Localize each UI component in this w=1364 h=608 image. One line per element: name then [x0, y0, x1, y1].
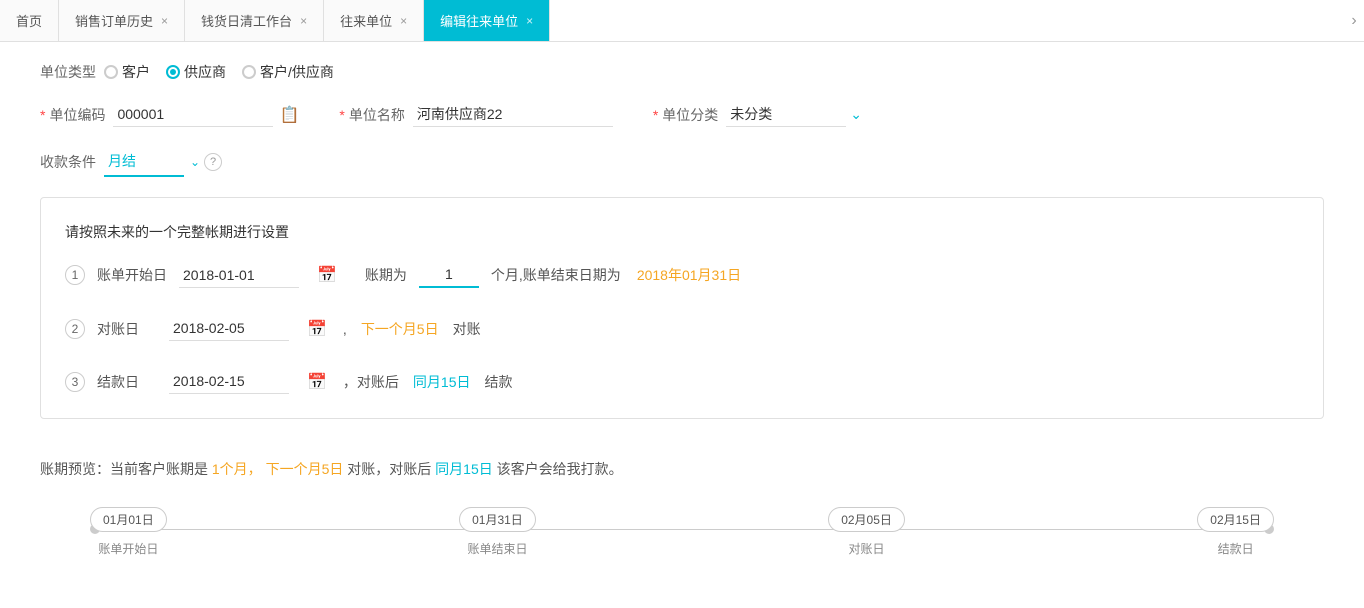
timeline-badge-1: 01月01日 [90, 507, 167, 532]
timeline-sublabel-3: 对账日 [849, 540, 885, 557]
unit-code-star: * [40, 107, 45, 123]
unit-name-star: * [339, 107, 344, 123]
tab-partners[interactable]: 往来单位 × [324, 0, 424, 41]
payment-suffix2: 结款 [485, 372, 513, 392]
row-num-2: 2 [65, 319, 85, 339]
preview-1m: 1个月， [212, 461, 262, 477]
unit-type-radio-group: 客户 供应商 客户/供应商 [104, 62, 334, 82]
billing-period-prefix: 账期为 [365, 265, 407, 285]
preview-end: 该客户会给我打款。 [497, 461, 623, 477]
billing-start-cal-icon[interactable]: 📅 [317, 265, 337, 285]
tab-cashflow-close[interactable]: × [300, 14, 307, 28]
timeline-badge-4: 02月15日 [1197, 507, 1274, 532]
billing-start-row: 1 账单开始日 📅 账期为 个月,账单结束日期为 2018年01月31日 [65, 262, 1299, 288]
unit-type-row: 单位类型 客户 供应商 客户/供应商 [40, 62, 1324, 82]
unit-name-input[interactable] [413, 102, 613, 127]
preview-text: 账期预览：当前客户账期是 1个月， 下一个月5日 对账，对账后 同月15日 该客… [40, 455, 1324, 483]
payment-condition-label: 收款条件 [40, 152, 96, 172]
unit-category-label: 单位分类 [662, 105, 718, 125]
main-content: 单位类型 客户 供应商 客户/供应商 * 单位编码 📋 * 单位名称 [0, 42, 1364, 608]
tab-partners-close[interactable]: × [400, 14, 407, 28]
radio-customer-label: 客户 [122, 62, 150, 82]
row-num-1: 1 [65, 265, 85, 285]
unit-code-label: 单位编码 [49, 105, 105, 125]
tab-cashflow[interactable]: 钱货日清工作台 × [185, 0, 324, 41]
tab-sales-history-close[interactable]: × [161, 14, 168, 28]
radio-customer-circle [104, 65, 118, 79]
billing-start-label: 账单开始日 [97, 265, 167, 285]
payment-date-label: 结款日 [97, 372, 157, 392]
unit-code-group: * 单位编码 📋 [40, 102, 299, 127]
payment-cal-icon[interactable]: 📅 [307, 372, 327, 392]
payment-row: 3 结款日 📅 ，对账后 同月15日 结款 [65, 369, 1299, 394]
billing-start-date[interactable] [179, 263, 299, 288]
row-num-3: 3 [65, 372, 85, 392]
timeline-point-1: 01月01日 账单开始日 [90, 507, 167, 557]
unit-code-copy-icon[interactable]: 📋 [279, 105, 299, 125]
tab-cashflow-label: 钱货日清工作台 [201, 11, 292, 30]
radio-supplier-circle [166, 65, 180, 79]
timeline-badge-2: 01月31日 [459, 507, 536, 532]
billing-period-suffix: 个月,账单结束日期为 [491, 265, 621, 285]
payment-date[interactable] [169, 369, 289, 394]
timeline-sublabel-2: 账单结束日 [467, 540, 527, 557]
radio-supplier-label: 供应商 [184, 62, 226, 82]
tab-sales-history-label: 销售订单历史 [75, 11, 153, 30]
reconcile-cal-icon[interactable]: 📅 [307, 319, 327, 339]
payment-same-month: 同月15日 [413, 372, 471, 392]
payment-condition-value[interactable]: 月结 [104, 147, 184, 177]
unit-type-label: 单位类型 [40, 62, 96, 82]
payment-condition-arrow[interactable]: ⌄ [190, 155, 200, 169]
timeline-badge-3: 02月05日 [828, 507, 905, 532]
payment-condition-row: 收款条件 月结 ⌄ ? [40, 147, 1324, 177]
timeline-point-4: 02月15日 结款日 [1197, 507, 1274, 557]
radio-supplier[interactable]: 供应商 [166, 62, 226, 82]
unit-name-group: * 单位名称 [339, 102, 612, 127]
unit-code-input[interactable] [113, 102, 273, 127]
payment-condition-help[interactable]: ? [204, 153, 222, 171]
preview-reconcile-day: 下一个月5日 [266, 461, 344, 477]
billing-period-input[interactable] [419, 262, 479, 288]
reconcile-date[interactable] [169, 316, 289, 341]
radio-customer[interactable]: 客户 [104, 62, 150, 82]
timeline-points: 01月01日 账单开始日 01月31日 账单结束日 02月05日 对账日 02月… [60, 507, 1304, 557]
tab-bar: 首页 销售订单历史 × 钱货日清工作台 × 往来单位 × 编辑往来单位 × › [0, 0, 1364, 42]
billing-end-date-highlight: 2018年01月31日 [637, 265, 741, 285]
payment-suffix1: ，对账后 [343, 372, 399, 392]
tab-partners-label: 往来单位 [340, 11, 392, 30]
timeline-sublabel-4: 结款日 [1218, 540, 1254, 557]
radio-both[interactable]: 客户/供应商 [242, 62, 334, 82]
tab-edit-partner[interactable]: 编辑往来单位 × [424, 0, 550, 41]
tab-edit-partner-close[interactable]: × [526, 14, 533, 28]
unit-category-input[interactable] [726, 102, 846, 127]
settings-card: 请按照未来的一个完整帐期进行设置 1 账单开始日 📅 账期为 个月,账单结束日期… [40, 197, 1324, 419]
timeline-container: 01月01日 账单开始日 01月31日 账单结束日 02月05日 对账日 02月… [40, 507, 1324, 557]
tab-home-label: 首页 [16, 11, 42, 30]
timeline-sublabel-1: 账单开始日 [98, 540, 158, 557]
unit-category-arrow[interactable]: ⌄ [850, 106, 862, 123]
preview-label: 账期预览：当前客户账期是 [40, 461, 208, 477]
card-title: 请按照未来的一个完整帐期进行设置 [65, 222, 1299, 242]
timeline-point-3: 02月05日 对账日 [828, 507, 905, 557]
unit-info-row: * 单位编码 📋 * 单位名称 * 单位分类 ⌄ [40, 102, 1324, 127]
preview-payment-day: 同月15日 [435, 461, 493, 477]
timeline-point-2: 01月31日 账单结束日 [459, 507, 536, 557]
payment-condition-select-group: 月结 ⌄ [104, 147, 200, 177]
preview-section: 账期预览：当前客户账期是 1个月， 下一个月5日 对账，对账后 同月15日 该客… [40, 439, 1324, 483]
reconcile-suffix: 对账 [453, 319, 481, 339]
reconcile-comma: , [343, 321, 347, 337]
radio-both-circle [242, 65, 256, 79]
reconcile-next-month: 下一个月5日 [361, 319, 439, 339]
tab-sales-history[interactable]: 销售订单历史 × [59, 0, 185, 41]
radio-both-label: 客户/供应商 [260, 62, 334, 82]
tab-home[interactable]: 首页 [0, 0, 59, 41]
reconcile-row: 2 对账日 📅 , 下一个月5日 对账 [65, 316, 1299, 341]
tab-edit-partner-label: 编辑往来单位 [440, 11, 518, 30]
preview-reconcile-text: 对账，对账后 [347, 461, 435, 477]
unit-category-group: * 单位分类 ⌄ [653, 102, 862, 127]
unit-name-label: 单位名称 [349, 105, 405, 125]
tab-expand-button[interactable]: › [1344, 12, 1364, 30]
unit-category-star: * [653, 107, 658, 123]
reconcile-label: 对账日 [97, 319, 157, 339]
